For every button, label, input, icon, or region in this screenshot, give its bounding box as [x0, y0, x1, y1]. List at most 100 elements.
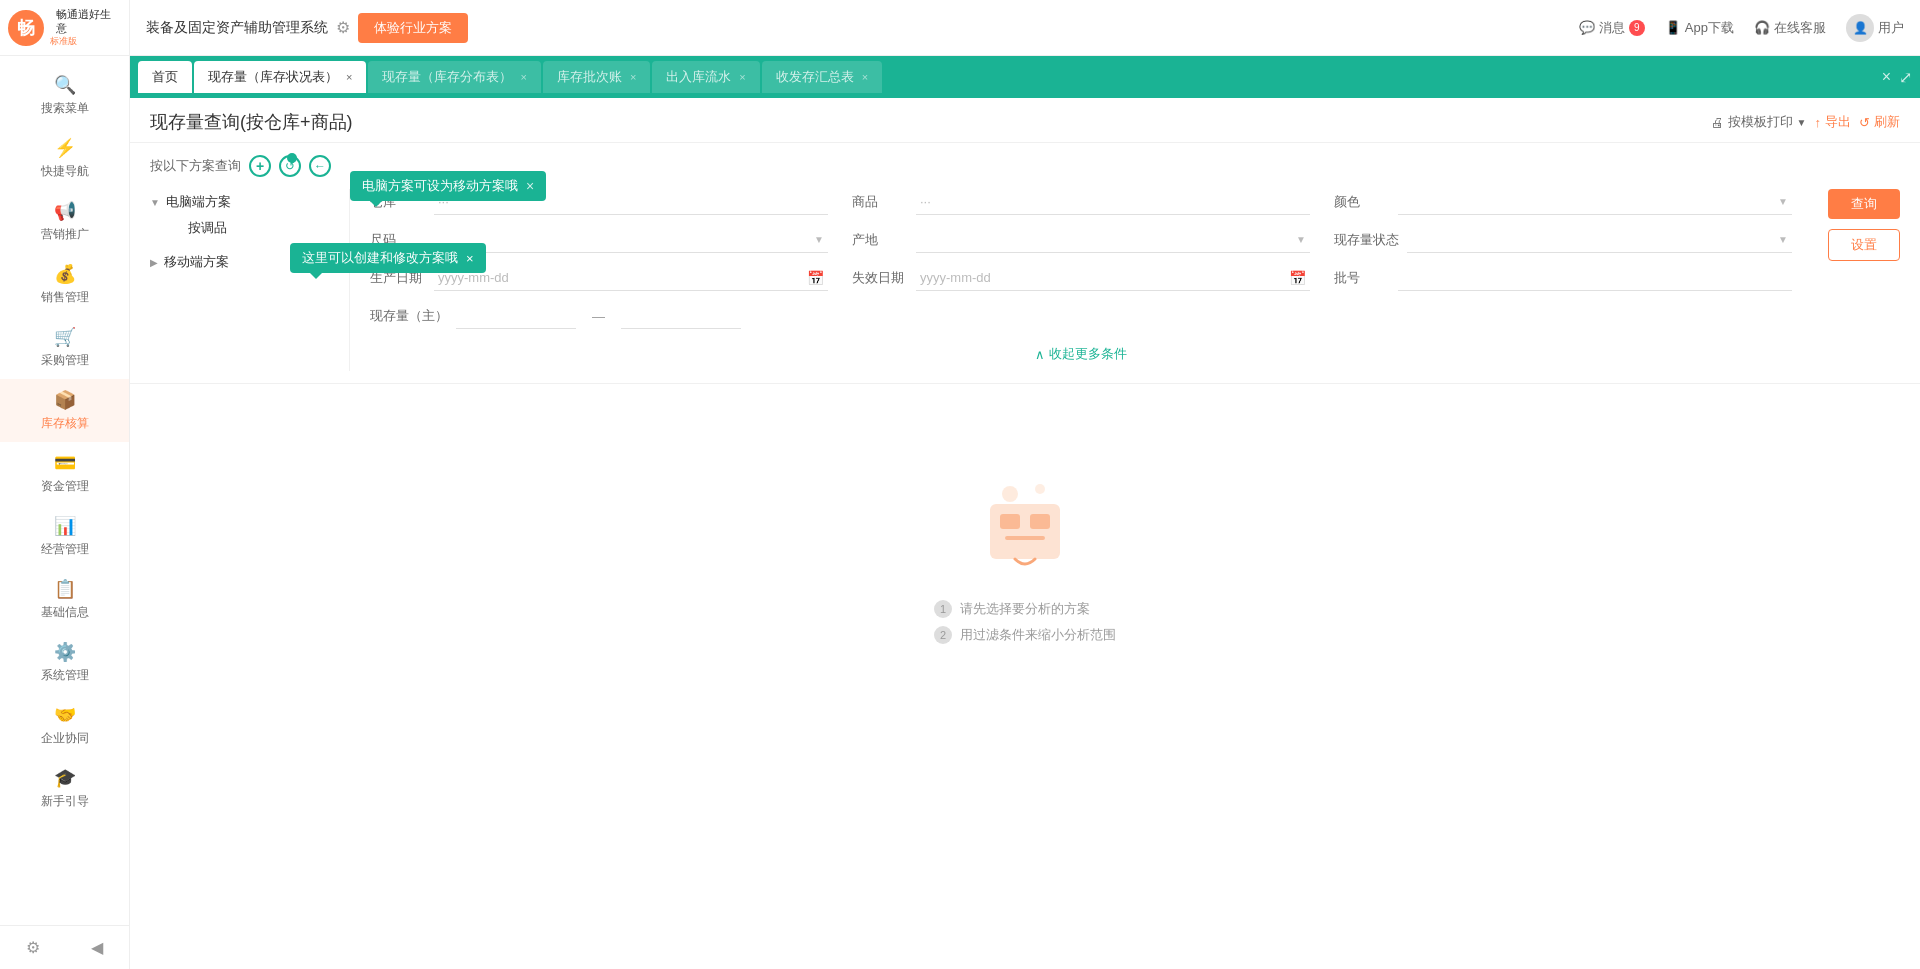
svg-point-4 [1002, 486, 1018, 502]
sidebar-item-label: 快捷导航 [41, 163, 89, 180]
print-btn[interactable]: 🖨 按模板打印 ▼ [1711, 113, 1807, 131]
batch-control[interactable] [1398, 265, 1792, 291]
collapse-label: 收起更多条件 [1049, 345, 1127, 363]
reset-button[interactable]: 设置 [1828, 229, 1900, 261]
tab-home[interactable]: 首页 [138, 61, 192, 93]
origin-control[interactable]: ▼ [916, 227, 1310, 253]
stock-status-label: 现存量状态 [1334, 231, 1399, 249]
expire-date-control[interactable]: yyyy-mm-dd 📅 [916, 265, 1310, 291]
sidebar-item-operations[interactable]: 📊 经营管理 [0, 505, 129, 568]
product-label: 商品 [852, 193, 908, 211]
settings-footer-btn[interactable]: ⚙ [26, 938, 40, 957]
tab-close-all-btn[interactable]: × [1882, 68, 1891, 86]
tab-inout-label: 出入库流水 [666, 68, 731, 86]
color-control[interactable]: ▼ [1398, 189, 1792, 215]
sidebar-item-sales[interactable]: 💰 销售管理 [0, 253, 129, 316]
query-button[interactable]: 查询 [1828, 189, 1900, 219]
user-label: 用户 [1878, 19, 1904, 37]
filter-grid-row3: 生产日期 yyyy-mm-dd 📅 失效日期 yyyy-mm-dd 📅 [370, 265, 1792, 291]
tab-summary-close[interactable]: × [862, 71, 868, 83]
sidebar-item-system[interactable]: ⚙️ 系统管理 [0, 631, 129, 694]
tab-summary-label: 收发存汇总表 [776, 68, 854, 86]
sidebar-item-finance[interactable]: 💳 资金管理 [0, 442, 129, 505]
sidebar-item-search[interactable]: 🔍 搜索菜单 [0, 64, 129, 127]
expire-date-calendar-icon[interactable]: 📅 [1289, 270, 1306, 286]
sidebar-item-guide[interactable]: 🎓 新手引导 [0, 757, 129, 820]
desktop-scheme-label: 电脑端方案 [166, 193, 231, 211]
export-btn[interactable]: ↑ 导出 [1815, 113, 1852, 131]
tab-stock-dist-close[interactable]: × [520, 71, 526, 83]
tabbar-right: × ⤢ [1882, 68, 1912, 87]
color-label: 颜色 [1334, 193, 1390, 211]
batch-label: 批号 [1334, 269, 1390, 287]
stock-status-control[interactable]: ▼ [1407, 227, 1792, 253]
sidebar-item-inventory[interactable]: 📦 库存核算 [0, 379, 129, 442]
collapse-arrow-icon: ∧ [1035, 347, 1045, 362]
sidebar-item-basic[interactable]: 📋 基础信息 [0, 568, 129, 631]
scheme-item-desktop[interactable]: ▼ 电脑端方案 [150, 189, 333, 215]
sidebar-item-marketing[interactable]: 📢 营销推广 [0, 190, 129, 253]
print-icon: 🖨 [1711, 115, 1724, 130]
sidebar-item-label: 新手引导 [41, 793, 89, 810]
sidebar-item-purchase[interactable]: 🛒 采购管理 [0, 316, 129, 379]
sidebar-item-enterprise[interactable]: 🤝 企业协同 [0, 694, 129, 757]
scheme-sub-label: 按调品 [188, 219, 227, 237]
scheme-sub-item-1[interactable]: 按调品 [170, 215, 333, 241]
tab-inout[interactable]: 出入库流水 × [652, 61, 759, 93]
empty-illustration [965, 464, 1085, 584]
filter-back-btn[interactable]: ← [309, 155, 331, 177]
industry-btn[interactable]: 体验行业方案 [358, 13, 468, 43]
collapse-btn[interactable]: ∧ 收起更多条件 [370, 337, 1792, 371]
logo-icon: 畅 [8, 10, 44, 46]
online-service-action[interactable]: 🎧 在线客服 [1754, 19, 1826, 37]
filter-grid-row1: 仓库 ··· 商品 ··· 颜色 [370, 189, 1792, 215]
product-control[interactable]: ··· [916, 189, 1310, 215]
origin-label: 产地 [852, 231, 908, 249]
collapse-sidebar-btn[interactable]: ◀ [91, 938, 103, 957]
filter-grid-row4: 现存量（主） — [370, 303, 1792, 329]
scheme-panel: ▼ 电脑端方案 按调品 ▶ 移动端方案 [150, 189, 350, 371]
gear-icon: ⚙️ [54, 641, 76, 663]
product-dots: ··· [920, 194, 931, 209]
filter-label: 按以下方案查询 [150, 157, 241, 175]
prod-date-calendar-icon[interactable]: 📅 [807, 270, 824, 286]
phone-icon: 📱 [1665, 20, 1681, 35]
tab-stock-dist[interactable]: 现存量（库存分布表） × [368, 61, 540, 93]
tooltip-1-close[interactable]: × [526, 178, 534, 194]
size-control[interactable]: ▼ [434, 227, 828, 253]
app-download-action[interactable]: 📱 App下载 [1665, 19, 1734, 37]
prod-date-control[interactable]: yyyy-mm-dd 📅 [434, 265, 828, 291]
tab-batch[interactable]: 库存批次账 × [543, 61, 650, 93]
sidebar-item-label: 搜索菜单 [41, 100, 89, 117]
tab-batch-close[interactable]: × [630, 71, 636, 83]
tab-expand-btn[interactable]: ⤢ [1899, 68, 1912, 87]
sidebar-item-quicknav[interactable]: ⚡ 快捷导航 [0, 127, 129, 190]
flash-icon: ⚡ [54, 137, 76, 159]
stock-main-from[interactable] [456, 303, 576, 329]
scheme-sub-items: 按调品 [150, 215, 333, 241]
topbar-gear-icon[interactable]: ⚙ [336, 18, 350, 37]
search-icon: 🔍 [54, 74, 76, 96]
tooltip-create-scheme: 这里可以创建和修改方案哦 × [290, 243, 486, 273]
user-action[interactable]: 👤 用户 [1846, 14, 1904, 42]
stock-main-to[interactable] [621, 303, 741, 329]
message-action[interactable]: 💬 消息 9 [1579, 19, 1645, 37]
tab-stock-status-label: 现存量（库存状况表） [208, 68, 338, 86]
tab-summary[interactable]: 收发存汇总表 × [762, 61, 882, 93]
tab-inout-close[interactable]: × [739, 71, 745, 83]
tab-stock-status[interactable]: 现存量（库存状况表） × [194, 61, 366, 93]
filter-add-btn[interactable]: + [249, 155, 271, 177]
tab-batch-label: 库存批次账 [557, 68, 622, 86]
empty-step-2: 2 用过滤条件来缩小分析范围 [934, 626, 1116, 644]
refresh-btn[interactable]: ↺ 刷新 [1859, 113, 1900, 131]
system-name: 装备及固定资产辅助管理系统 [146, 19, 328, 37]
step-num-1: 1 [934, 600, 952, 618]
tooltip-scheme-mobile: 电脑方案可设为移动方案哦 × [350, 171, 546, 201]
tab-stock-status-close[interactable]: × [346, 71, 352, 83]
tooltip-2-close[interactable]: × [466, 251, 474, 266]
tooltip-text-2: 这里可以创建和修改方案哦 [302, 249, 458, 267]
sidebar-footer: ⚙ ◀ [0, 925, 129, 969]
origin-caret-icon: ▼ [1296, 234, 1306, 245]
range-dash: — [592, 309, 605, 324]
tab-home-label: 首页 [152, 68, 178, 86]
